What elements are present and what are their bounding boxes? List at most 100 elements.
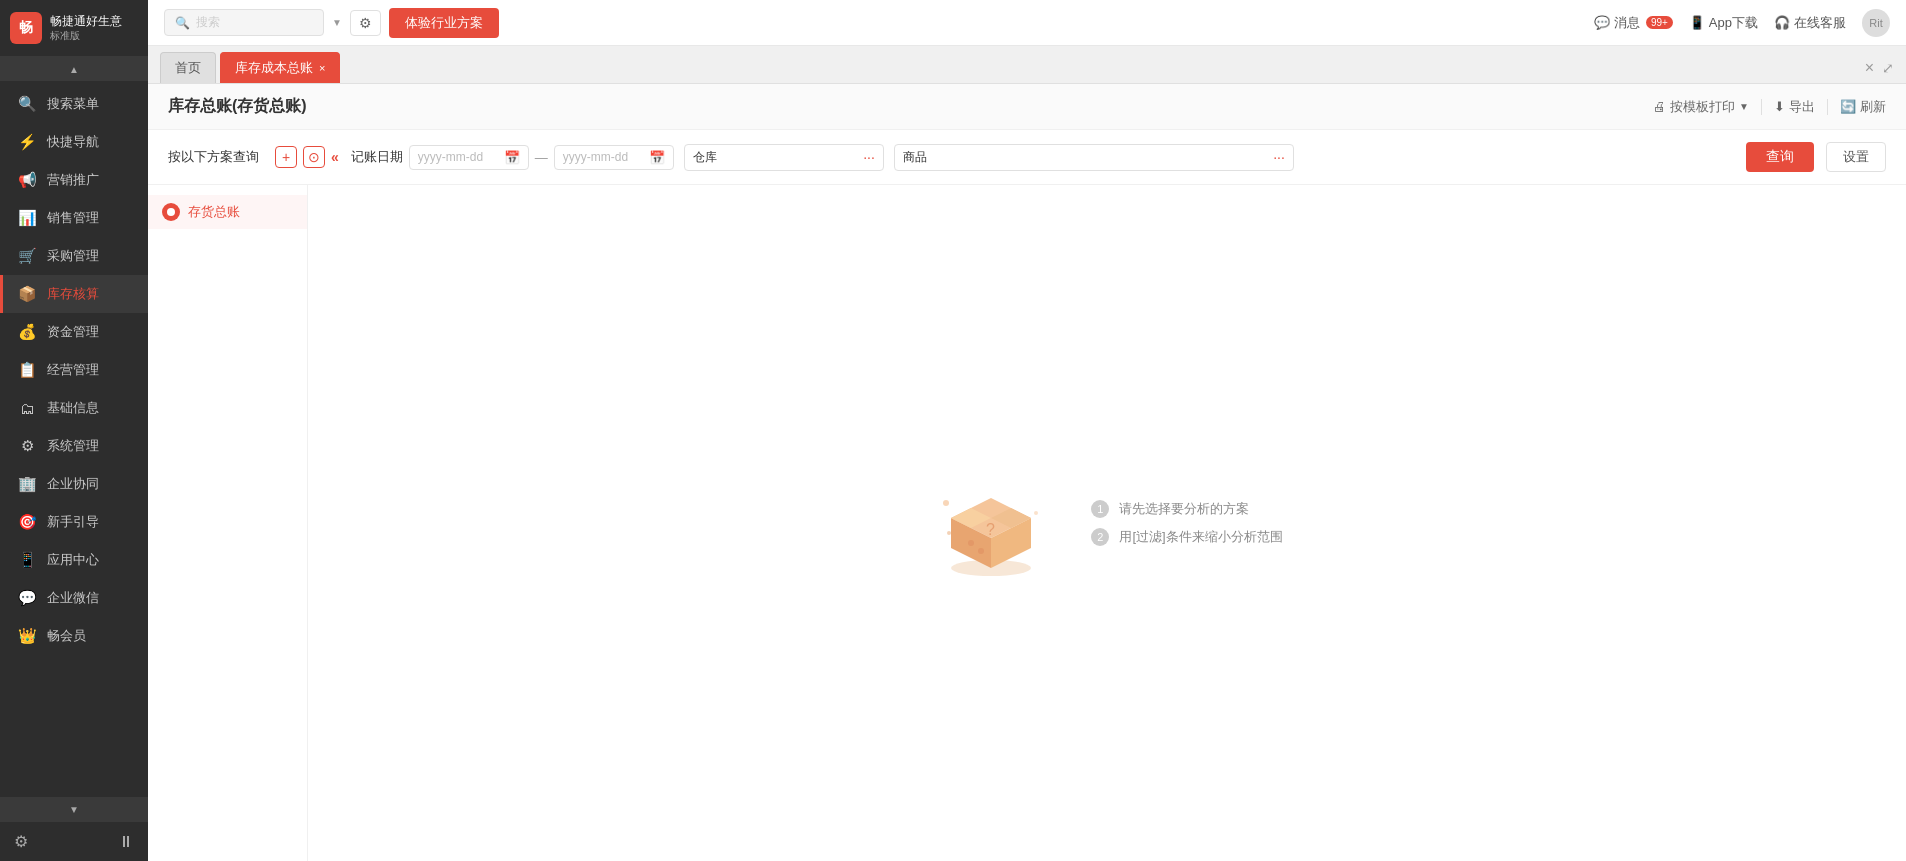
- newguide-icon: 🎯: [17, 513, 37, 531]
- filter-row: 按以下方案查询 + ⊙ « 记账日期 yyyy-mm-dd 📅 — yyyy-m…: [148, 130, 1906, 185]
- goods-more-icon[interactable]: ···: [1273, 149, 1285, 165]
- app-name: 畅捷通好生意: [50, 13, 122, 30]
- filter-more-button[interactable]: ⊙: [303, 146, 325, 168]
- sidebar-item-wechat[interactable]: 💬 企业微信: [0, 579, 148, 617]
- divider2: [1827, 99, 1828, 115]
- scroll-down-arrow[interactable]: ▼: [0, 797, 148, 821]
- sidebar-item-label: 应用中心: [47, 551, 99, 569]
- page-header: 库存总账(存货总账) 🖨 按模板打印 ▼ ⬇ 导出 🔄 刷新: [148, 84, 1906, 130]
- sidebar-item-label: 经营管理: [47, 361, 99, 379]
- online-service-label: 在线客服: [1794, 14, 1846, 32]
- goods-input[interactable]: 商品 ···: [894, 144, 1294, 171]
- sidebar-item-operation[interactable]: 📋 经营管理: [0, 351, 148, 389]
- purchase-icon: 🛒: [17, 247, 37, 265]
- tip-text-2: 用[过滤]条件来缩小分析范围: [1119, 528, 1282, 546]
- refresh-icon: 🔄: [1840, 99, 1856, 114]
- warehouse-more-icon[interactable]: ···: [863, 149, 875, 165]
- shortcut-icon: ⚡: [17, 133, 37, 151]
- settings-button[interactable]: 设置: [1826, 142, 1886, 172]
- online-service-action[interactable]: 🎧 在线客服: [1774, 14, 1846, 32]
- scheme-panel: 存货总账: [148, 185, 1906, 861]
- tip-text-1: 请先选择要分析的方案: [1119, 500, 1249, 518]
- calendar-start-icon[interactable]: 📅: [504, 150, 520, 165]
- tab-inventory-cost[interactable]: 库存成本总账 ×: [220, 52, 340, 83]
- tab-close-icon[interactable]: ×: [319, 62, 325, 74]
- date-start-input[interactable]: yyyy-mm-dd 📅: [409, 145, 529, 170]
- print-icon: 🖨: [1653, 99, 1666, 114]
- topbar-dropdown-arrow[interactable]: ▼: [332, 17, 342, 28]
- enterprise-icon: 🏢: [17, 475, 37, 493]
- panel-close-icon[interactable]: ×: [1865, 59, 1874, 77]
- print-dropdown-icon[interactable]: ▼: [1739, 101, 1749, 112]
- filter-fields: 记账日期 yyyy-mm-dd 📅 — yyyy-mm-dd 📅 仓库: [351, 144, 1734, 171]
- topbar-left: 🔍 搜索 ▼ ⚙ 体验行业方案: [164, 8, 499, 38]
- tab-home[interactable]: 首页: [160, 52, 216, 83]
- refresh-button[interactable]: 🔄 刷新: [1840, 98, 1886, 116]
- query-button[interactable]: 查询: [1746, 142, 1814, 172]
- sales-icon: 📊: [17, 209, 37, 227]
- system-icon: ⚙: [17, 437, 37, 455]
- sidebar-item-newguide[interactable]: 🎯 新手引导: [0, 503, 148, 541]
- print-button[interactable]: 🖨 按模板打印 ▼: [1653, 98, 1749, 116]
- scheme-icon: [162, 203, 180, 221]
- marketing-icon: 📢: [17, 171, 37, 189]
- user-name: Rit: [1869, 17, 1882, 29]
- empty-tip-2: 2 用[过滤]条件来缩小分析范围: [1091, 528, 1282, 546]
- topbar-search-icon: 🔍: [175, 16, 190, 30]
- sidebar-item-label: 资金管理: [47, 323, 99, 341]
- svg-point-0: [167, 208, 175, 216]
- trial-button[interactable]: 体验行业方案: [389, 8, 499, 38]
- sidebar-item-label: 搜索菜单: [47, 95, 99, 113]
- topbar-search[interactable]: 🔍 搜索: [164, 9, 324, 36]
- sidebar-item-sales[interactable]: 📊 销售管理: [0, 199, 148, 237]
- empty-illustration: ?: [931, 463, 1051, 583]
- tab-bar: 首页 库存成本总账 × × ⤢: [148, 46, 1906, 84]
- app-download-action[interactable]: 📱 App下载: [1689, 14, 1758, 32]
- sidebar-item-inventory[interactable]: 📦 库存核算: [0, 275, 148, 313]
- settings-footer-icon[interactable]: ⚙: [14, 832, 28, 851]
- tab-inventory-cost-label: 库存成本总账: [235, 59, 313, 77]
- filter-label: 按以下方案查询: [168, 148, 259, 166]
- sidebar-item-purchase[interactable]: 🛒 采购管理: [0, 237, 148, 275]
- sidebar-item-marketing[interactable]: 📢 营销推广: [0, 161, 148, 199]
- app-edition: 标准版: [50, 29, 122, 43]
- operation-icon: 📋: [17, 361, 37, 379]
- sidebar-item-system[interactable]: ⚙ 系统管理: [0, 427, 148, 465]
- topbar-gear-button[interactable]: ⚙: [350, 10, 381, 36]
- date-end-placeholder: yyyy-mm-dd: [563, 150, 628, 164]
- sidebar-item-appcenter[interactable]: 📱 应用中心: [0, 541, 148, 579]
- sidebar-item-vip[interactable]: 👑 畅会员: [0, 617, 148, 655]
- filter-actions: + ⊙ «: [275, 146, 339, 168]
- panel-expand-icon[interactable]: ⤢: [1882, 60, 1894, 76]
- filter-collapse-button[interactable]: «: [331, 149, 339, 165]
- sidebar-item-search[interactable]: 🔍 搜索菜单: [0, 85, 148, 123]
- sidebar-item-enterprise[interactable]: 🏢 企业协同: [0, 465, 148, 503]
- export-button[interactable]: ⬇ 导出: [1774, 98, 1815, 116]
- audio-footer-icon[interactable]: ⏸: [118, 833, 134, 851]
- sidebar: 畅 畅捷通好生意 标准版 ▲ 🔍 搜索菜单 ⚡ 快捷导航 📢 营销推广 📊 销售…: [0, 0, 148, 861]
- sidebar-item-label: 企业协同: [47, 475, 99, 493]
- sidebar-item-shortcut[interactable]: ⚡ 快捷导航: [0, 123, 148, 161]
- filter-add-button[interactable]: +: [275, 146, 297, 168]
- user-avatar[interactable]: Rit: [1862, 9, 1890, 37]
- sidebar-item-finance[interactable]: 💰 资金管理: [0, 313, 148, 351]
- empty-inner: ? 1 请先选择要分析的方案: [931, 463, 1282, 583]
- calendar-end-icon[interactable]: 📅: [649, 150, 665, 165]
- scheme-item-inventory-ledger[interactable]: 存货总账: [148, 195, 307, 229]
- message-action[interactable]: 💬 消息 99+: [1594, 14, 1673, 32]
- sidebar-item-label: 新手引导: [47, 513, 99, 531]
- date-end-input[interactable]: yyyy-mm-dd 📅: [554, 145, 674, 170]
- scroll-up-arrow[interactable]: ▲: [0, 57, 148, 81]
- warehouse-label: 仓库: [693, 149, 717, 166]
- empty-tips: 1 请先选择要分析的方案 2 用[过滤]条件来缩小分析范围: [1091, 500, 1282, 546]
- sidebar-item-label: 采购管理: [47, 247, 99, 265]
- sidebar-item-basic[interactable]: 🗂 基础信息: [0, 389, 148, 427]
- warehouse-input[interactable]: 仓库 ···: [684, 144, 884, 171]
- message-badge: 99+: [1646, 16, 1673, 29]
- phone-icon: 📱: [1689, 15, 1705, 30]
- topbar-right: 💬 消息 99+ 📱 App下载 🎧 在线客服 Rit: [1594, 9, 1890, 37]
- svg-text:?: ?: [986, 521, 995, 538]
- headset-icon: 🎧: [1774, 15, 1790, 30]
- logo-icon: 畅: [10, 12, 42, 44]
- sidebar-item-label: 销售管理: [47, 209, 99, 227]
